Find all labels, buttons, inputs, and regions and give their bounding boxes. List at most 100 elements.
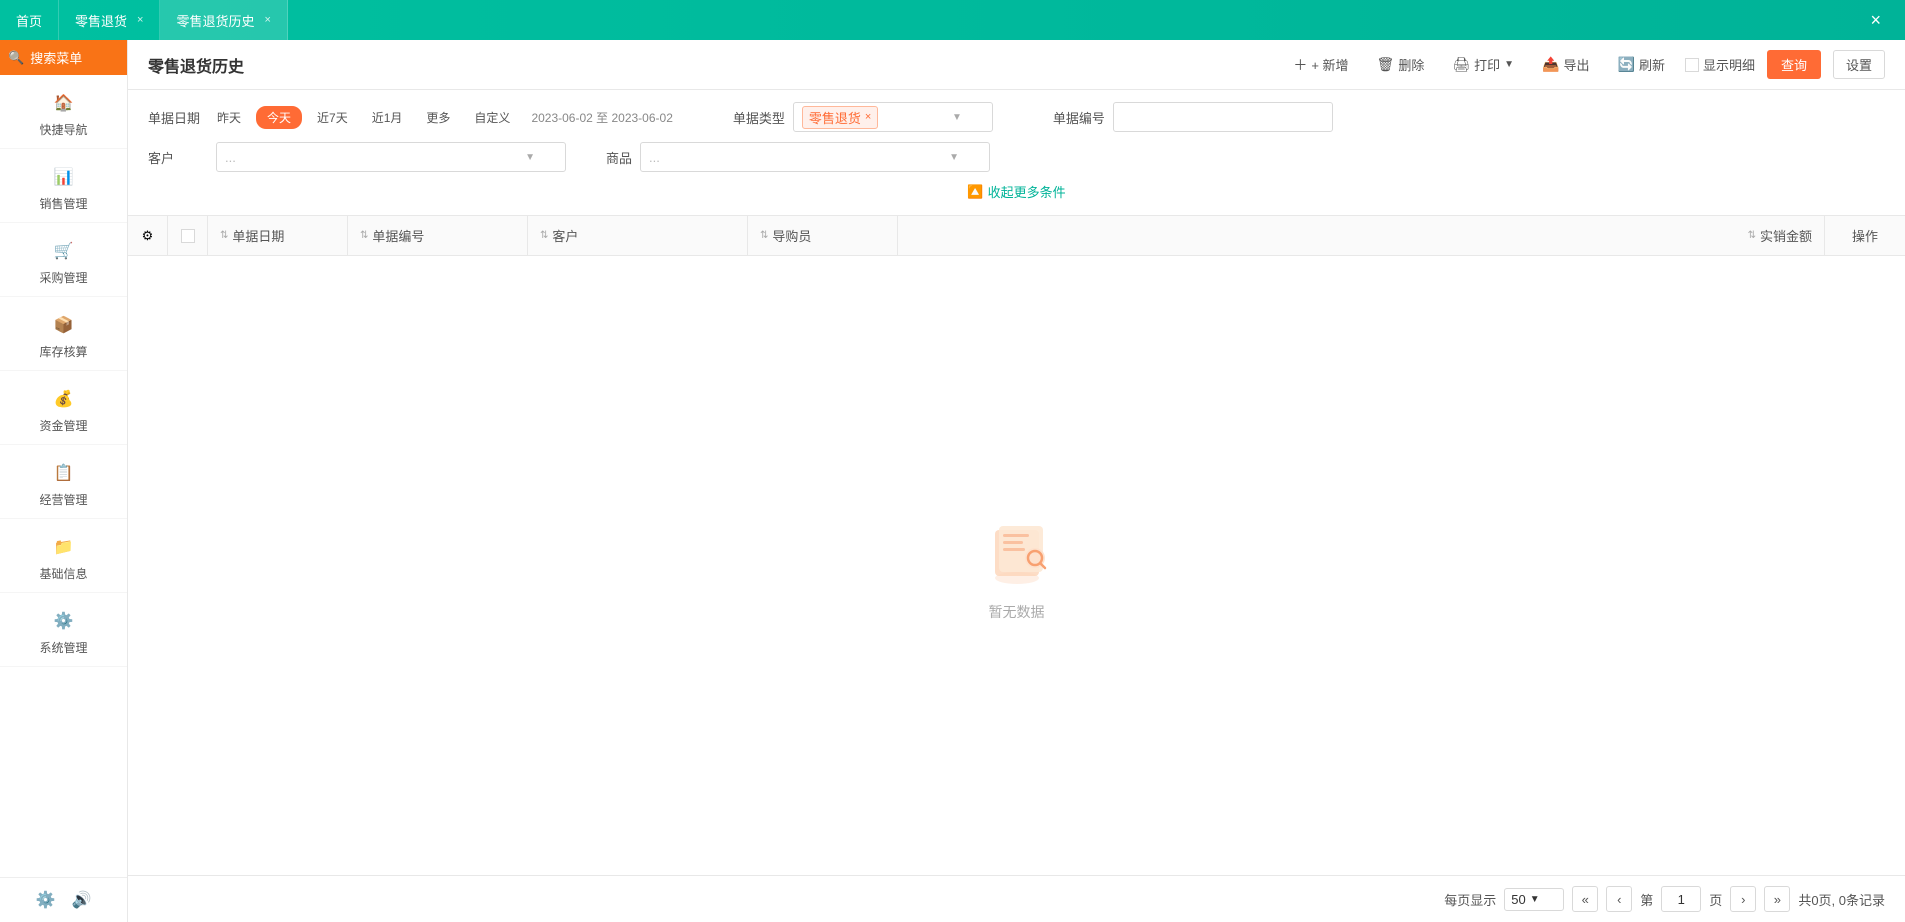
page-number-input[interactable] xyxy=(1661,886,1701,912)
doc-type-tag-label: 零售退货 xyxy=(809,108,861,127)
date-btn-today[interactable]: 今天 xyxy=(256,106,302,129)
delete-label: 删除 xyxy=(1398,55,1424,74)
doc-num-input[interactable] xyxy=(1113,102,1333,132)
tab-home[interactable]: 首页 xyxy=(0,0,59,40)
sidebar-item-inventory[interactable]: 📦 库存核算 xyxy=(0,297,127,371)
col-header-amount[interactable]: ⇅ 实销金额 xyxy=(898,216,1825,255)
page-first-button[interactable]: « xyxy=(1572,886,1598,912)
customer-select[interactable]: ... ▼ xyxy=(216,142,566,172)
col-header-customer-label: 客户 xyxy=(552,226,578,245)
export-button[interactable]: 📤 导出 xyxy=(1534,51,1597,78)
customer-dropdown-icon: ▼ xyxy=(525,152,535,163)
window-close-button[interactable]: × xyxy=(1862,10,1889,31)
sort-icon-guide: ⇅ xyxy=(760,230,768,241)
query-button[interactable]: 查询 xyxy=(1767,50,1821,79)
per-page-label: 每页显示 xyxy=(1444,890,1496,909)
goods-select[interactable]: ... ▼ xyxy=(640,142,990,172)
export-icon: 📤 xyxy=(1542,56,1559,73)
sidebar-item-purchase-mgmt-label: 采购管理 xyxy=(39,269,87,286)
date-btn-1month[interactable]: 近1月 xyxy=(363,106,412,129)
sidebar-item-sales-mgmt-label: 销售管理 xyxy=(39,195,87,212)
sort-icon-amount: ⇅ xyxy=(1748,230,1756,241)
page-title: 零售退货历史 xyxy=(148,53,244,77)
header-checkbox[interactable] xyxy=(181,229,195,243)
page-last-button[interactable]: » xyxy=(1764,886,1790,912)
table-area: ⚙ ⇅ 单据日期 ⇅ 单据编号 ⇅ 客户 ⇅ xyxy=(128,216,1905,875)
tab-bar: 首页 零售退货 × 零售退货历史 × xyxy=(0,0,1862,40)
col-header-doc-num[interactable]: ⇅ 单据编号 xyxy=(348,216,528,255)
table-header: ⚙ ⇅ 单据日期 ⇅ 单据编号 ⇅ 客户 ⇅ xyxy=(128,216,1905,256)
display-checkbox[interactable] xyxy=(1685,58,1699,72)
finance-icon: 💰 xyxy=(50,385,78,413)
page-next-icon: › xyxy=(1741,892,1745,907)
print-button[interactable]: 🖨 打印 ▼ xyxy=(1444,51,1522,78)
sidebar-item-basic-info[interactable]: 📁 基础信息 xyxy=(0,519,127,593)
sidebar-item-sales-mgmt[interactable]: 📊 销售管理 xyxy=(0,149,127,223)
settings-button[interactable]: 设置 xyxy=(1833,50,1885,79)
sidebar-settings-icon[interactable]: ⚙️ xyxy=(36,890,56,910)
sidebar-item-operations[interactable]: 📋 经营管理 xyxy=(0,445,127,519)
tab-retail-return[interactable]: 零售退货 × xyxy=(59,0,160,40)
date-btn-yesterday[interactable]: 昨天 xyxy=(208,106,250,129)
date-btn-more[interactable]: 更多 xyxy=(417,106,459,129)
col-header-date[interactable]: ⇅ 单据日期 xyxy=(208,216,348,255)
refresh-button[interactable]: 🔄 刷新 xyxy=(1610,51,1673,78)
sales-mgmt-icon: 📊 xyxy=(50,163,78,191)
sidebar-audio-icon[interactable]: 🔊 xyxy=(72,890,92,910)
per-page-dropdown-icon: ▼ xyxy=(1530,894,1540,905)
col-header-actions: 操作 xyxy=(1825,216,1905,255)
sidebar-item-purchase-mgmt[interactable]: 🛒 采购管理 xyxy=(0,223,127,297)
tab-retail-return-label: 零售退货 xyxy=(75,11,127,30)
sidebar-item-inventory-label: 库存核算 xyxy=(39,343,87,360)
column-settings-button[interactable]: ⚙ xyxy=(128,216,168,255)
page-prev-button[interactable]: ‹ xyxy=(1606,886,1632,912)
sidebar-item-operations-label: 经营管理 xyxy=(39,491,87,508)
settings-icon: ⚙ xyxy=(142,228,154,244)
tab-retail-return-history-label: 零售退货历史 xyxy=(176,11,254,30)
sort-icon-doc-num: ⇅ xyxy=(360,230,368,241)
delete-icon: 🗑 xyxy=(1377,56,1395,73)
date-filter-label: 单据日期 xyxy=(148,108,208,127)
new-button[interactable]: ＋ + 新增 xyxy=(1285,51,1356,79)
doc-type-tag-close[interactable]: × xyxy=(865,111,871,123)
doc-type-label: 单据类型 xyxy=(733,108,785,127)
sidebar: 🔍 搜索菜单 🏠 快捷导航 📊 销售管理 🛒 采购管理 📦 库存核算 💰 资金管… xyxy=(0,40,128,922)
sidebar-search[interactable]: 🔍 搜索菜单 xyxy=(0,40,127,75)
main-layout: 🔍 搜索菜单 🏠 快捷导航 📊 销售管理 🛒 采购管理 📦 库存核算 💰 资金管… xyxy=(0,40,1905,922)
col-header-customer[interactable]: ⇅ 客户 xyxy=(528,216,748,255)
toolbar: ＋ + 新增 🗑 删除 🖨 打印 ▼ 📤 导出 🔄 xyxy=(1285,50,1885,79)
date-btn-7days[interactable]: 近7天 xyxy=(308,106,357,129)
sidebar-item-system-mgmt[interactable]: ⚙️ 系统管理 xyxy=(0,593,127,667)
sidebar-item-basic-info-label: 基础信息 xyxy=(39,565,87,582)
tab-retail-return-history-close[interactable]: × xyxy=(264,14,270,26)
sidebar-item-quick-nav[interactable]: 🏠 快捷导航 xyxy=(0,75,127,149)
doc-type-dropdown-icon: ▼ xyxy=(952,112,962,123)
filter-area: 单据日期 昨天 今天 近7天 近1月 更多 自定义 2023-06-02 至 2… xyxy=(128,90,1905,216)
sidebar-bottom: ⚙️ 🔊 xyxy=(0,877,127,922)
sidebar-item-finance[interactable]: 💰 资金管理 xyxy=(0,371,127,445)
per-page-select[interactable]: 50 ▼ xyxy=(1504,888,1564,911)
col-header-guide[interactable]: ⇅ 导购员 xyxy=(748,216,898,255)
top-bar: 首页 零售退货 × 零售退货历史 × × xyxy=(0,0,1905,40)
customer-placeholder: ... xyxy=(225,150,236,165)
col-header-doc-num-label: 单据编号 xyxy=(372,226,424,245)
customer-filter-label: 客户 xyxy=(148,148,208,167)
doc-num-label: 单据编号 xyxy=(1053,108,1105,127)
goods-placeholder: ... xyxy=(649,150,660,165)
date-range-display: 2023-06-02 至 2023-06-02 xyxy=(531,109,672,126)
tab-retail-return-close[interactable]: × xyxy=(137,14,143,26)
doc-type-select[interactable]: 零售退货 × ▼ xyxy=(793,102,993,132)
page-total: 共0页, 0条记录 xyxy=(1798,890,1885,909)
tab-retail-return-history[interactable]: 零售退货历史 × xyxy=(160,0,287,40)
filter-row-date: 单据日期 昨天 今天 近7天 近1月 更多 自定义 2023-06-02 至 2… xyxy=(148,102,1885,132)
select-all-checkbox[interactable] xyxy=(168,216,208,255)
goods-label: 商品 xyxy=(606,148,632,167)
sidebar-item-system-mgmt-label: 系统管理 xyxy=(39,639,87,656)
page-next-button[interactable]: › xyxy=(1730,886,1756,912)
collapse-filter-button[interactable]: 🔼 收起更多条件 xyxy=(967,182,1065,201)
display-toggle[interactable]: 显示明细 xyxy=(1685,55,1755,74)
new-label: + 新增 xyxy=(1311,55,1348,74)
delete-button[interactable]: 🗑 删除 xyxy=(1369,51,1433,78)
search-icon: 🔍 xyxy=(8,50,24,66)
date-btn-custom[interactable]: 自定义 xyxy=(465,106,519,129)
